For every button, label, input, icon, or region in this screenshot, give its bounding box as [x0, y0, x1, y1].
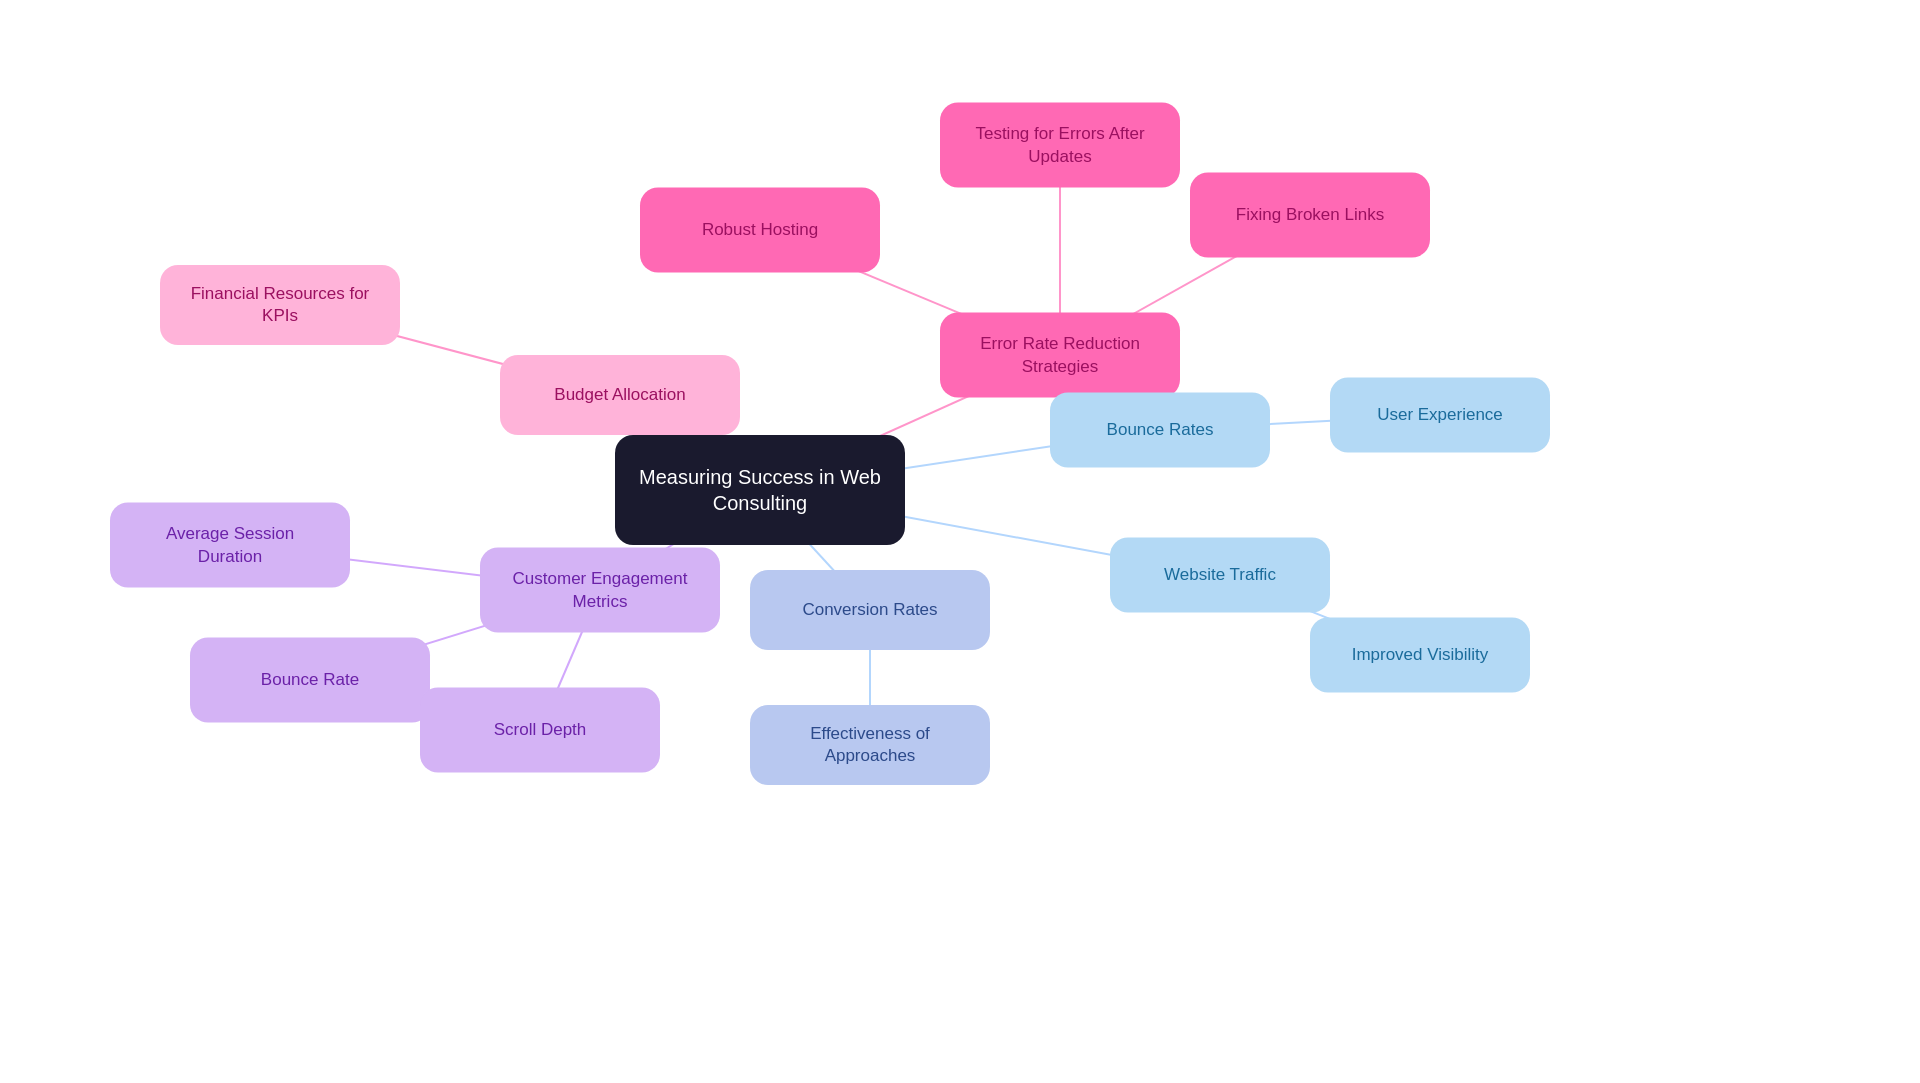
- node-testing[interactable]: Testing for Errors After Updates: [940, 103, 1180, 188]
- node-customer_engagement[interactable]: Customer Engagement Metrics: [480, 548, 720, 633]
- node-scroll_depth[interactable]: Scroll Depth: [420, 688, 660, 773]
- node-robust_hosting[interactable]: Robust Hosting: [640, 188, 880, 273]
- node-conversion_rates[interactable]: Conversion Rates: [750, 570, 990, 650]
- node-bounce_rate[interactable]: Bounce Rate: [190, 638, 430, 723]
- node-budget[interactable]: Budget Allocation: [500, 355, 740, 435]
- node-user_experience[interactable]: User Experience: [1330, 378, 1550, 453]
- node-center[interactable]: Measuring Success in Web Consulting: [615, 435, 905, 545]
- node-financial[interactable]: Financial Resources for KPIs: [160, 265, 400, 345]
- node-bounce_rates[interactable]: Bounce Rates: [1050, 393, 1270, 468]
- node-average_session[interactable]: Average Session Duration: [110, 503, 350, 588]
- node-fixing[interactable]: Fixing Broken Links: [1190, 173, 1430, 258]
- node-website_traffic[interactable]: Website Traffic: [1110, 538, 1330, 613]
- node-effectiveness[interactable]: Effectiveness of Approaches: [750, 705, 990, 785]
- node-improved_visibility[interactable]: Improved Visibility: [1310, 618, 1530, 693]
- mindmap-container: Measuring Success in Web Consulting Error…: [0, 0, 1920, 1083]
- node-error_rate[interactable]: Error Rate Reduction Strategies: [940, 313, 1180, 398]
